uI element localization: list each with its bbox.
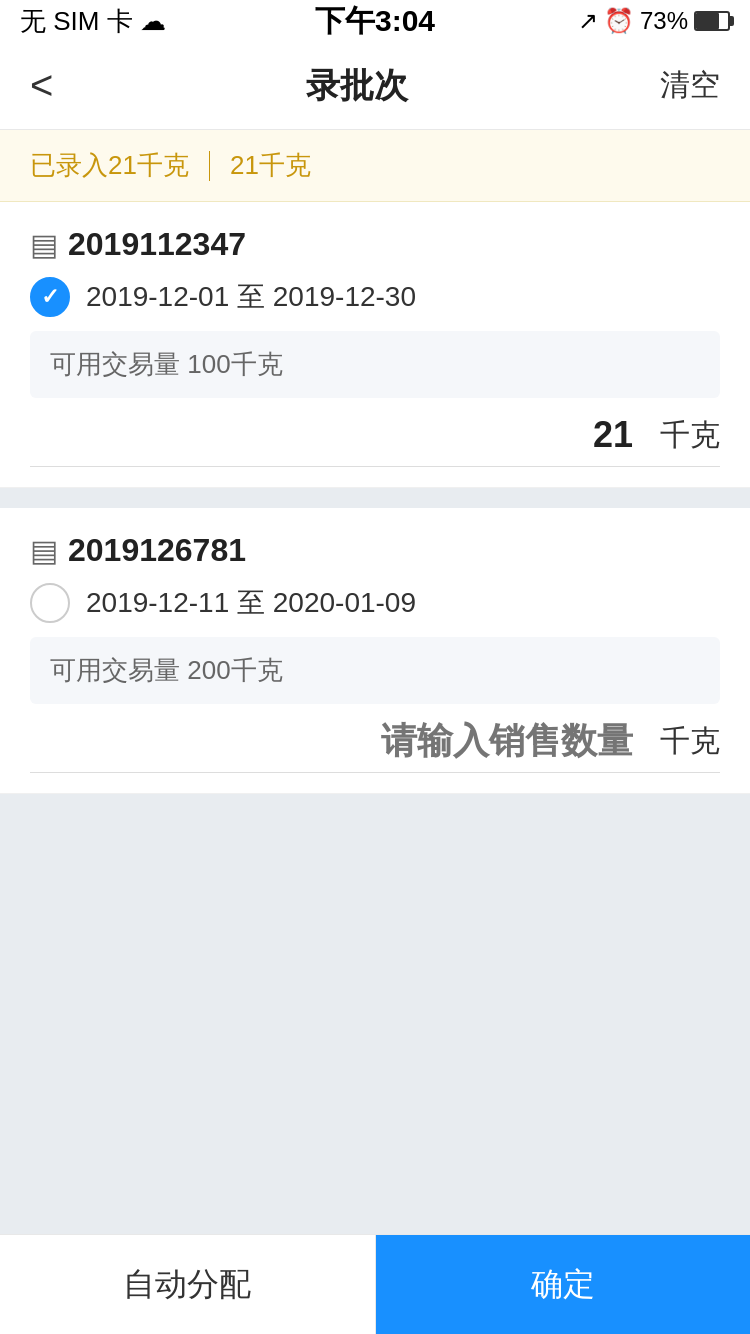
batch-id-1: 2019112347 [68,226,246,263]
status-bar: 无 SIM 卡 ☁ 下午3:04 ↗ ⏰ 73% [0,0,750,42]
batch-unit-1: 千克 [660,415,720,456]
batch-header-2: ▤ 2019126781 [30,532,720,569]
batch-radio-2[interactable] [30,583,70,623]
batch-icon-2: ▤ [30,533,58,568]
alarm-icon: ⏰ [604,7,634,35]
batch-quantity-input-2[interactable] [348,720,648,762]
batch-avail-1: 可用交易量 100千克 [30,331,720,398]
status-time: 下午3:04 [315,1,435,42]
page-title: 录批次 [306,63,408,109]
batch-card-1: ▤ 2019112347 2019-12-01 至 2019-12-30 可用交… [0,202,750,488]
batch-avail-2: 可用交易量 200千克 [30,637,720,704]
bottom-buttons: 自动分配 确定 [0,1234,750,1334]
batch-icon-1: ▤ [30,227,58,262]
battery-level: 73% [640,7,688,35]
batch-unit-2: 千克 [660,721,720,762]
batch-date-row-2: 2019-12-11 至 2020-01-09 [30,583,720,623]
batch-card-2: ▤ 2019126781 2019-12-11 至 2020-01-09 可用交… [0,508,750,794]
nav-bar: < 录批次 清空 [0,42,750,130]
summary-value: 21千克 [230,148,311,183]
batch-quantity-input-1[interactable] [528,414,648,456]
batch-input-row-2: 千克 [30,720,720,773]
sim-status: 无 SIM 卡 ☁ [20,4,166,39]
back-button[interactable]: < [30,63,53,108]
clear-button[interactable]: 清空 [660,65,720,106]
batch-id-2: 2019126781 [68,532,246,569]
summary-label: 已录入21千克 [30,148,189,183]
location-icon: ↗ [578,7,598,35]
battery-icon [694,11,730,31]
batch-radio-1[interactable] [30,277,70,317]
batch-header-1: ▤ 2019112347 [30,226,720,263]
auto-distribute-button[interactable]: 自动分配 [0,1235,376,1334]
batch-date-1: 2019-12-01 至 2019-12-30 [86,278,416,316]
section-separator [0,488,750,508]
status-right: ↗ ⏰ 73% [578,7,730,35]
confirm-button[interactable]: 确定 [376,1235,751,1334]
summary-banner: 已录入21千克 21千克 [0,130,750,202]
summary-divider [209,151,210,181]
batch-date-2: 2019-12-11 至 2020-01-09 [86,584,416,622]
batch-input-row-1: 千克 [30,414,720,467]
batch-date-row-1: 2019-12-01 至 2019-12-30 [30,277,720,317]
status-left: 无 SIM 卡 ☁ [20,4,166,39]
